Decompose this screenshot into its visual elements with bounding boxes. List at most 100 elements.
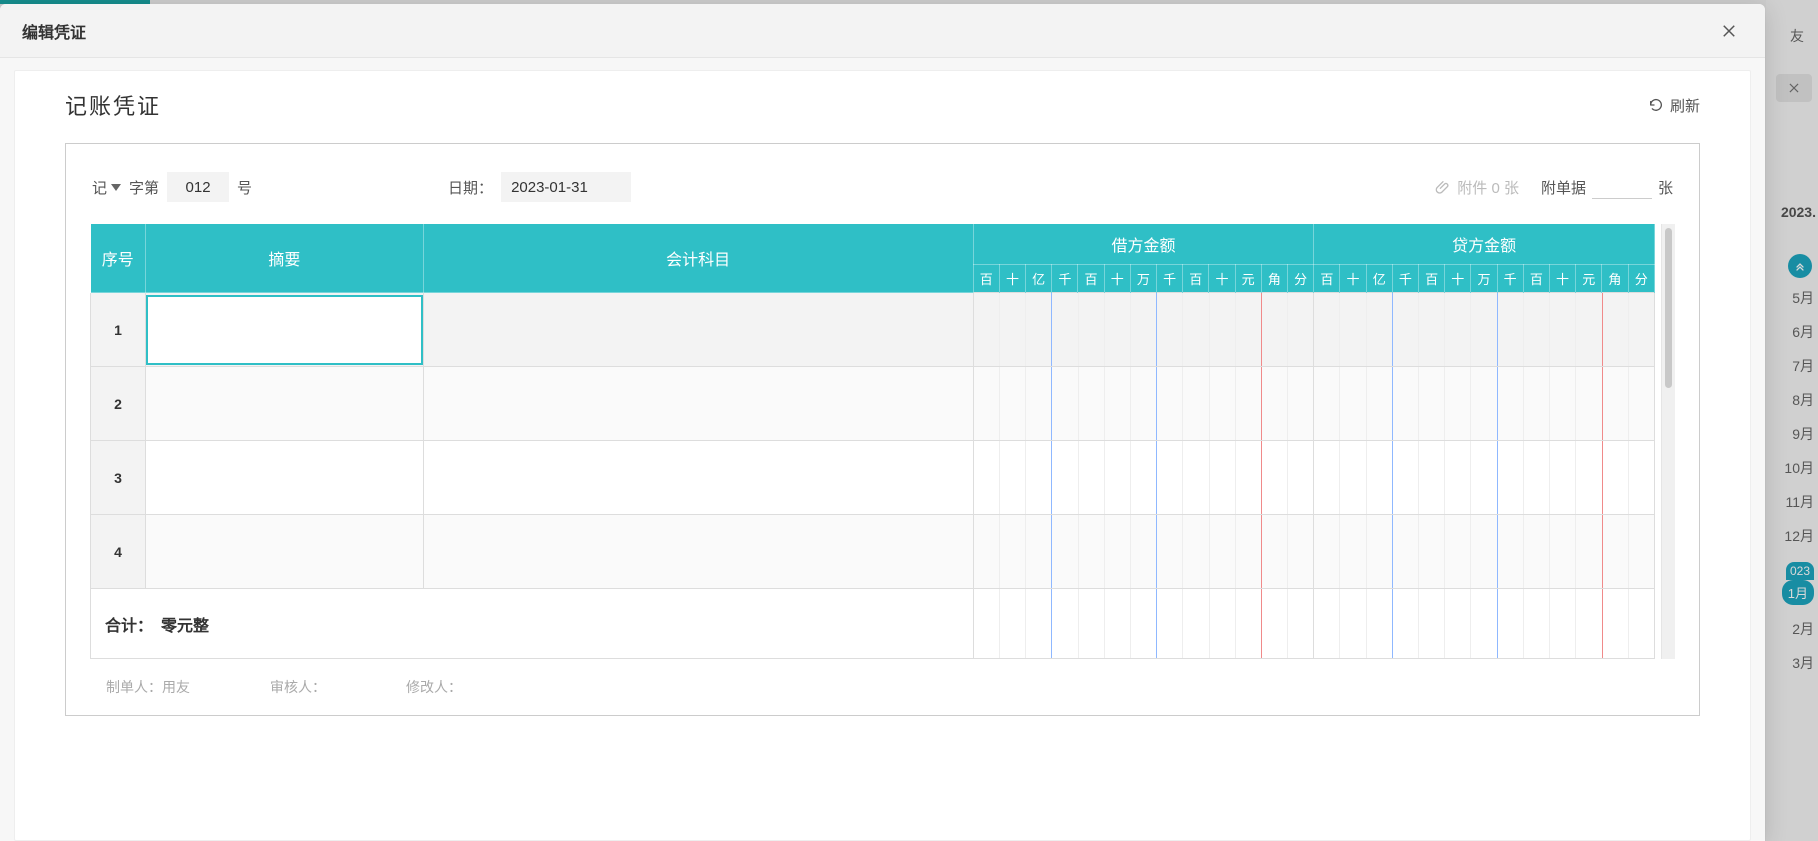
total-label: 合计： <box>105 612 153 636</box>
signers-row: 制单人：用友 审核人： 修改人： <box>66 659 1699 715</box>
card-top-row: 记账凭证 刷新 <box>65 89 1700 121</box>
voucher-card: 记账凭证 刷新 记 字第 号 日期： <box>14 70 1751 841</box>
debit-digit-header: 百 <box>1183 265 1209 293</box>
ledger-scrollbar[interactable] <box>1661 224 1675 659</box>
total-cell: 合计： 零元整 <box>91 589 974 659</box>
debit-digit-header: 十 <box>1209 265 1235 293</box>
total-debit-amount <box>973 589 1314 659</box>
modal-body: 记账凭证 刷新 记 字第 号 日期： <box>0 58 1765 841</box>
col-seq: 序号 <box>91 224 146 293</box>
auditor-label: 审核人： <box>270 677 326 697</box>
row-account-cell[interactable] <box>423 293 973 367</box>
modal-header: 编辑凭证 <box>0 4 1765 58</box>
card-title: 记账凭证 <box>65 89 161 121</box>
row-debit-amount[interactable] <box>973 441 1314 515</box>
row-summary-cell[interactable] <box>146 441 424 515</box>
voucher-type-label: 记 <box>92 177 107 198</box>
voucher-number-input[interactable] <box>167 172 229 202</box>
row-summary-cell[interactable] <box>146 515 424 589</box>
voucher-date-input[interactable] <box>501 172 631 202</box>
col-summary: 摘要 <box>146 224 424 293</box>
ledger-row: 1 <box>91 293 1655 367</box>
attached-docs-input[interactable] <box>1592 175 1652 199</box>
debit-digit-header: 十 <box>999 265 1025 293</box>
row-seq: 1 <box>91 293 146 367</box>
hao-suffix: 号 <box>237 177 252 198</box>
debit-digit-header: 千 <box>1157 265 1183 293</box>
row-credit-amount[interactable] <box>1314 515 1655 589</box>
credit-digit-header: 十 <box>1445 265 1471 293</box>
attachment-link[interactable]: 附件 0 张 <box>1435 177 1519 198</box>
edit-voucher-modal: 编辑凭证 记账凭证 刷新 记 字第 <box>0 4 1765 841</box>
attached-docs-group: 附单据 张 <box>1541 175 1673 199</box>
maker-field: 制单人：用友 <box>106 677 190 697</box>
row-credit-amount[interactable] <box>1314 367 1655 441</box>
col-account: 会计科目 <box>423 224 973 293</box>
credit-digit-header: 千 <box>1392 265 1418 293</box>
debit-digit-header: 元 <box>1235 265 1261 293</box>
row-account-cell[interactable] <box>423 441 973 515</box>
col-credit: 贷方金额 <box>1314 224 1655 265</box>
refresh-button[interactable]: 刷新 <box>1648 95 1700 116</box>
debit-digit-header: 千 <box>1052 265 1078 293</box>
refresh-icon <box>1648 97 1664 113</box>
row-summary-cell[interactable] <box>146 293 424 367</box>
debit-digit-header: 万 <box>1130 265 1156 293</box>
ledger-table: 序号 摘要 会计科目 借方金额 贷方金额 百十亿千百十万千百十元角分百十亿千百十… <box>90 224 1655 659</box>
modal-close-button[interactable] <box>1715 17 1743 45</box>
credit-digit-header: 万 <box>1471 265 1497 293</box>
ledger-outer: 序号 摘要 会计科目 借方金额 贷方金额 百十亿千百十万千百十元角分百十亿千百十… <box>66 224 1699 659</box>
refresh-label: 刷新 <box>1670 95 1700 116</box>
row-debit-amount[interactable] <box>973 293 1314 367</box>
debit-digit-header: 亿 <box>1026 265 1052 293</box>
row-debit-amount[interactable] <box>973 515 1314 589</box>
total-value: 零元整 <box>161 612 209 636</box>
col-debit: 借方金额 <box>973 224 1314 265</box>
chevron-down-icon <box>111 184 121 191</box>
credit-digit-header: 十 <box>1549 265 1575 293</box>
voucher-box: 记 字第 号 日期： 附件 0 张 <box>65 143 1700 716</box>
row-seq: 4 <box>91 515 146 589</box>
ledger-total-row: 合计： 零元整 <box>91 589 1655 659</box>
maker-label: 制单人： <box>106 679 162 695</box>
ledger-thead: 序号 摘要 会计科目 借方金额 贷方金额 百十亿千百十万千百十元角分百十亿千百十… <box>91 224 1655 293</box>
voucher-type-dropdown[interactable]: 记 <box>92 177 121 198</box>
zhang-suffix: 张 <box>1658 177 1673 198</box>
maker-value: 用友 <box>162 679 190 695</box>
debit-digit-header: 百 <box>1078 265 1104 293</box>
credit-digit-header: 十 <box>1340 265 1366 293</box>
credit-digit-header: 百 <box>1523 265 1549 293</box>
ledger-column: 序号 摘要 会计科目 借方金额 贷方金额 百十亿千百十万千百十元角分百十亿千百十… <box>90 224 1655 659</box>
debit-digit-header: 分 <box>1287 265 1313 293</box>
paperclip-icon <box>1435 179 1451 195</box>
zidi-prefix: 字第 <box>129 177 159 198</box>
credit-digit-header: 分 <box>1628 265 1654 293</box>
row-credit-amount[interactable] <box>1314 293 1655 367</box>
row-summary-cell[interactable] <box>146 367 424 441</box>
ledger-row: 4 <box>91 515 1655 589</box>
attachment-label: 附件 0 张 <box>1457 177 1519 198</box>
row-credit-amount[interactable] <box>1314 441 1655 515</box>
credit-digit-header: 角 <box>1602 265 1628 293</box>
total-credit-amount <box>1314 589 1655 659</box>
row-seq: 3 <box>91 441 146 515</box>
summary-input[interactable] <box>146 295 423 365</box>
scrollbar-thumb[interactable] <box>1665 228 1672 388</box>
debit-digit-header: 十 <box>1104 265 1130 293</box>
meta-right-group: 附件 0 张 附单据 张 <box>1435 175 1673 199</box>
row-account-cell[interactable] <box>423 367 973 441</box>
ledger-row: 3 <box>91 441 1655 515</box>
credit-digit-header: 百 <box>1419 265 1445 293</box>
modal-title: 编辑凭证 <box>22 19 86 43</box>
row-debit-amount[interactable] <box>973 367 1314 441</box>
credit-digit-header: 千 <box>1497 265 1523 293</box>
attached-docs-label: 附单据 <box>1541 177 1586 198</box>
close-icon <box>1720 22 1738 40</box>
debit-digit-header: 角 <box>1261 265 1287 293</box>
debit-digit-header: 百 <box>973 265 999 293</box>
voucher-meta-row: 记 字第 号 日期： 附件 0 张 <box>66 144 1699 224</box>
ledger-row: 2 <box>91 367 1655 441</box>
ledger-tbody: 1234 <box>91 293 1655 589</box>
row-account-cell[interactable] <box>423 515 973 589</box>
modifier-label: 修改人： <box>406 677 462 697</box>
